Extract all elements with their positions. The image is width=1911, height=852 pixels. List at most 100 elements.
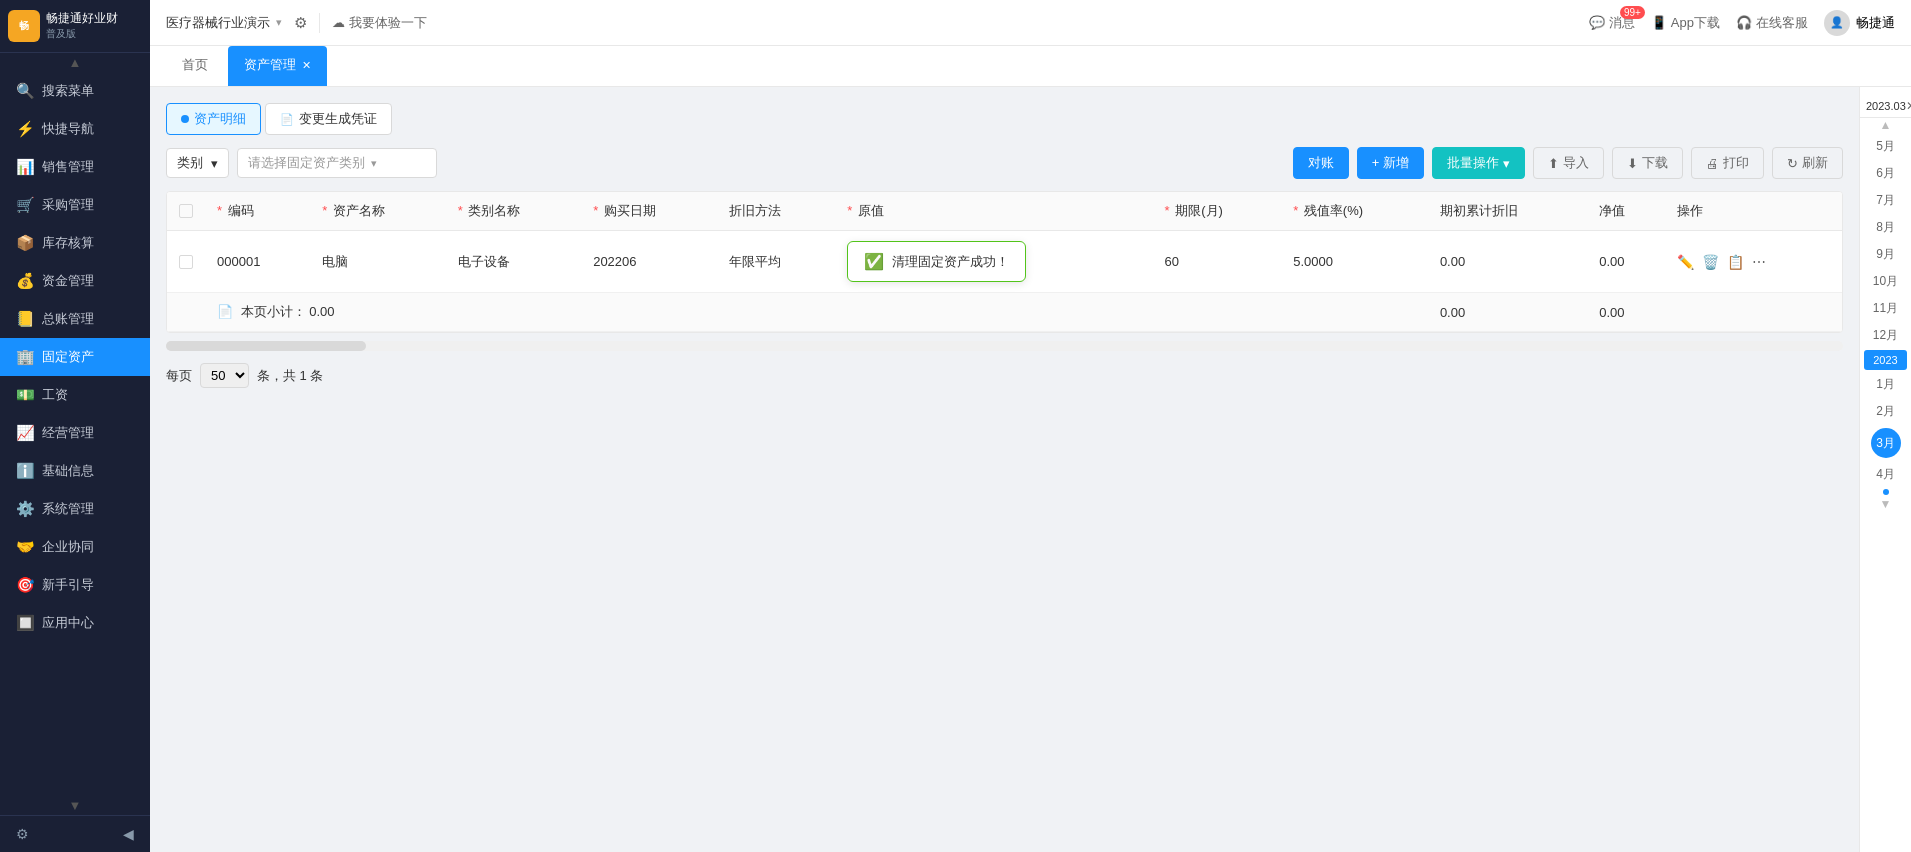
month-item-5[interactable]: 5月 xyxy=(1867,134,1905,159)
sidebar-item-fixed[interactable]: 🏢 固定资产 xyxy=(0,338,150,376)
per-page-label: 每页 xyxy=(166,367,192,385)
month-item-12[interactable]: 12月 xyxy=(1867,323,1905,348)
topbar: 医疗器械行业演示 ▾ ⚙ ☁ 我要体验一下 💬 消息 99+ 📱 App下载 🎧… xyxy=(150,0,1911,46)
subtab-change-voucher[interactable]: 📄 变更生成凭证 xyxy=(265,103,392,135)
sidebar-label-system: 系统管理 xyxy=(42,500,94,518)
per-page-select[interactable]: 50 xyxy=(200,363,249,388)
sidebar-item-operation[interactable]: 📈 经营管理 xyxy=(0,414,150,452)
header-category: * 类别名称 xyxy=(446,192,581,231)
sidebar-item-quicknav[interactable]: ⚡ 快捷导航 xyxy=(0,110,150,148)
sidebar-item-collab[interactable]: 🤝 企业协同 xyxy=(0,528,150,566)
sidebar-item-sales[interactable]: 📊 销售管理 xyxy=(0,148,150,186)
tab-active-label: 资产管理 xyxy=(244,56,296,74)
sidebar-scroll-up[interactable]: ▲ xyxy=(0,53,150,72)
sidebar-item-search[interactable]: 🔍 搜索菜单 xyxy=(0,72,150,110)
select-all-checkbox[interactable] xyxy=(179,204,193,218)
collab-icon: 🤝 xyxy=(16,538,34,556)
reconcile-button[interactable]: 对账 xyxy=(1293,147,1349,179)
month-item-7[interactable]: 7月 xyxy=(1867,188,1905,213)
system-icon: ⚙️ xyxy=(16,500,34,518)
online-service-btn[interactable]: 🎧 在线客服 xyxy=(1736,14,1808,32)
subtab-asset-detail[interactable]: 资产明细 xyxy=(166,103,261,135)
sidebar-item-basic[interactable]: ℹ️ 基础信息 xyxy=(0,452,150,490)
new-label: + 新增 xyxy=(1372,154,1409,172)
row-initial-accum: 0.00 xyxy=(1428,231,1587,293)
sidebar-item-ledger[interactable]: 📒 总账管理 xyxy=(0,300,150,338)
month-item-9[interactable]: 9月 xyxy=(1867,242,1905,267)
print-button[interactable]: 🖨 打印 xyxy=(1691,147,1764,179)
month-item-11[interactable]: 11月 xyxy=(1867,296,1905,321)
month-item-8[interactable]: 8月 xyxy=(1867,215,1905,240)
tab-home[interactable]: 首页 xyxy=(166,46,224,86)
header-depreciation-label: 折旧方法 xyxy=(729,203,781,218)
export-button[interactable]: ⬆ 导入 xyxy=(1533,147,1604,179)
row-depreciation: 年限平均 xyxy=(717,231,836,293)
header-net-value-label: 净值 xyxy=(1599,203,1625,218)
subtotal-actions xyxy=(1665,293,1842,332)
category-placeholder: 请选择固定资产类别 xyxy=(248,154,365,172)
copy-icon[interactable]: 📋 xyxy=(1727,254,1744,270)
category-input[interactable]: 请选择固定资产类别 ▾ xyxy=(237,148,437,178)
company-selector[interactable]: 医疗器械行业演示 ▾ xyxy=(166,14,282,32)
topbar-settings-icon[interactable]: ⚙ xyxy=(294,14,307,32)
tab-close-icon[interactable]: ✕ xyxy=(302,59,311,72)
new-button[interactable]: + 新增 xyxy=(1357,147,1424,179)
service-label: 在线客服 xyxy=(1756,14,1808,32)
more-icon[interactable]: ⋯ xyxy=(1752,254,1766,270)
page-content: 资产明细 📄 变更生成凭证 类别 ▾ 请选择固定资产类别 ▾ xyxy=(150,87,1859,852)
user-menu[interactable]: 👤 畅捷通 xyxy=(1824,10,1895,36)
delete-icon[interactable]: 🗑️ xyxy=(1702,254,1719,270)
edit-icon[interactable]: ✏️ xyxy=(1677,254,1694,270)
purchase-icon: 🛒 xyxy=(16,196,34,214)
subtotal-initial-accum-value: 0.00 xyxy=(1440,305,1465,320)
app-download-btn[interactable]: 📱 App下载 xyxy=(1651,14,1720,32)
download-icon: 📱 xyxy=(1651,15,1667,30)
row-checkbox[interactable] xyxy=(179,255,193,269)
panel-year-label: 2023.03 xyxy=(1866,100,1906,112)
collapse-icon[interactable]: ◀ xyxy=(123,826,134,842)
panel-scroll-down-icon[interactable]: ▼ xyxy=(1880,497,1892,511)
panel-scroll-up-icon[interactable]: ▲ xyxy=(1880,118,1892,132)
company-name: 医疗器械行业演示 xyxy=(166,14,270,32)
month-item-3-current[interactable]: 3月 xyxy=(1871,428,1901,458)
category-filter[interactable]: 类别 ▾ xyxy=(166,148,229,178)
refresh-button[interactable]: ↻ 刷新 xyxy=(1772,147,1843,179)
month-item-6[interactable]: 6月 xyxy=(1867,161,1905,186)
batch-button[interactable]: 批量操作 ▾ xyxy=(1432,147,1525,179)
net-value-value: 0.00 xyxy=(1599,254,1624,269)
sidebar-label-basic: 基础信息 xyxy=(42,462,94,480)
success-check-icon: ✅ xyxy=(864,252,884,271)
sidebar-item-purchase[interactable]: 🛒 采购管理 xyxy=(0,186,150,224)
sidebar-label-collab: 企业协同 xyxy=(42,538,94,556)
sidebar-item-capital[interactable]: 💰 资金管理 xyxy=(0,262,150,300)
settings-bottom-icon[interactable]: ⚙ xyxy=(16,826,29,842)
download-button[interactable]: ⬇ 下载 xyxy=(1612,147,1683,179)
panel-close-icon[interactable]: ✕ xyxy=(1906,99,1911,113)
month-item-10[interactable]: 10月 xyxy=(1867,269,1905,294)
horizontal-scrollbar[interactable] xyxy=(166,341,1843,351)
header-period-label: 期限(月) xyxy=(1175,203,1223,218)
month-item-2[interactable]: 2月 xyxy=(1867,399,1905,424)
category-label: 类别 xyxy=(177,154,203,172)
sidebar-label-sales: 销售管理 xyxy=(42,158,94,176)
header-name: * 资产名称 xyxy=(310,192,445,231)
sidebar-label-appstore: 应用中心 xyxy=(42,614,94,632)
tab-asset-management[interactable]: 资产管理 ✕ xyxy=(228,46,327,86)
header-net-value: 净值 xyxy=(1587,192,1665,231)
sidebar-label-capital: 资金管理 xyxy=(42,272,94,290)
sidebar-item-system[interactable]: ⚙️ 系统管理 xyxy=(0,490,150,528)
sidebar-item-guide[interactable]: 🎯 新手引导 xyxy=(0,566,150,604)
message-btn[interactable]: 💬 消息 99+ xyxy=(1589,14,1635,32)
month-item-4[interactable]: 4月 xyxy=(1867,462,1905,487)
sidebar-item-inventory[interactable]: 📦 库存核算 xyxy=(0,224,150,262)
export-icon: ⬆ xyxy=(1548,156,1559,171)
sidebar-item-appstore[interactable]: 🔲 应用中心 xyxy=(0,604,150,642)
month-item-1[interactable]: 1月 xyxy=(1867,372,1905,397)
row-code: 000001 xyxy=(205,231,310,293)
experience-btn[interactable]: ☁ 我要体验一下 xyxy=(332,14,427,32)
sidebar-scroll-down[interactable]: ▼ xyxy=(0,796,150,815)
sidebar-label-ledger: 总账管理 xyxy=(42,310,94,328)
print-icon: 🖨 xyxy=(1706,156,1719,171)
scrollbar-thumb[interactable] xyxy=(166,341,366,351)
sidebar-item-salary[interactable]: 💵 工资 xyxy=(0,376,150,414)
